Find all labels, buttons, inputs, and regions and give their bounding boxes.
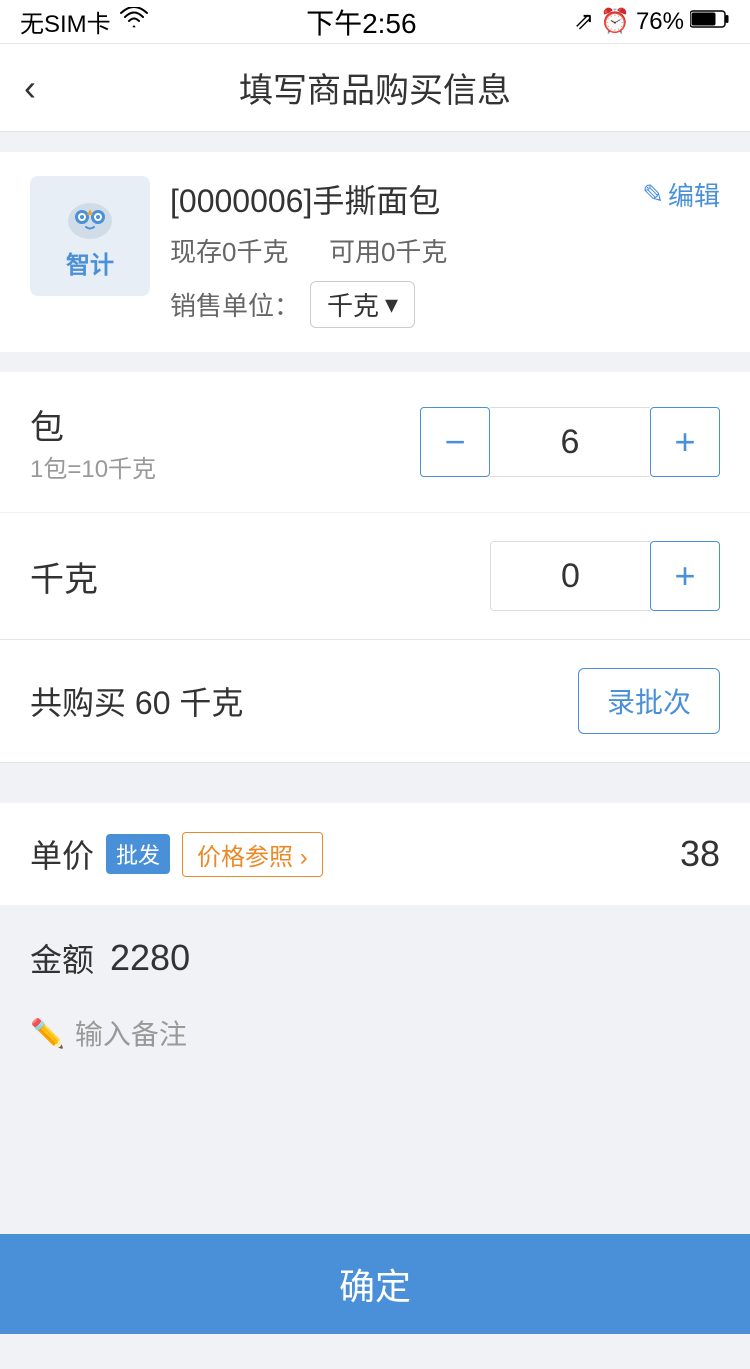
- summary-row: 共购买 60 千克 录批次: [0, 639, 750, 763]
- kg-qty-control: +: [490, 541, 720, 611]
- battery-icon: [690, 8, 730, 36]
- nav-bar: ‹ 填写商品购买信息: [0, 44, 750, 132]
- package-input-row: 包 1包=10千克 − +: [0, 372, 750, 513]
- remark-row[interactable]: ✏️ 输入备注: [30, 997, 720, 1069]
- package-minus-button[interactable]: −: [420, 407, 490, 477]
- status-bar: 无SIM卡 下午2:56 ⇗ ⏰ 76%: [0, 0, 750, 44]
- kg-plus-button[interactable]: +: [650, 541, 720, 611]
- price-value: 38: [680, 833, 720, 875]
- product-card: 智计 [0000006]手撕面包 现存0千克 可用0千克 销售单位： 千克 ▾ …: [0, 152, 750, 352]
- carrier-text: 无SIM卡: [20, 4, 111, 39]
- kg-label: 千克: [30, 552, 98, 601]
- status-right: ⇗ ⏰ 76%: [574, 7, 730, 36]
- chevron-down-icon: ▾: [385, 289, 398, 320]
- remark-text: 输入备注: [75, 1013, 187, 1053]
- price-row: 单价 批发 价格参照 › 38: [30, 831, 720, 877]
- batch-button[interactable]: 录批次: [578, 668, 720, 734]
- owl-brand: 智计: [66, 245, 114, 280]
- battery-text: 76%: [636, 8, 684, 36]
- wifi-icon: [119, 7, 149, 36]
- product-info: [0000006]手撕面包 现存0千克 可用0千克 销售单位： 千克 ▾: [170, 176, 720, 328]
- confirm-button[interactable]: 确定: [0, 1234, 750, 1334]
- edit-icon: ✎: [642, 179, 664, 210]
- kg-input-row: 千克 +: [0, 513, 750, 639]
- unit-select[interactable]: 千克 ▾: [310, 281, 415, 328]
- package-plus-button[interactable]: +: [650, 407, 720, 477]
- status-time: 下午2:56: [306, 2, 417, 42]
- page-title: 填写商品购买信息: [239, 63, 511, 112]
- price-ref-button[interactable]: 价格参照 ›: [182, 832, 323, 877]
- remark-icon: ✏️: [30, 1017, 65, 1050]
- kg-qty-input[interactable]: [490, 541, 650, 611]
- price-label-group: 单价 批发 价格参照 ›: [30, 831, 323, 877]
- package-qty-control: − +: [420, 407, 720, 477]
- amount-row: 金额 2280: [30, 935, 720, 981]
- back-button[interactable]: ‹: [24, 67, 36, 109]
- product-stock: 现存0千克 可用0千克: [170, 232, 720, 269]
- divider-1: [0, 352, 750, 372]
- input-section: 包 1包=10千克 − + 千克 +: [0, 372, 750, 639]
- status-left: 无SIM卡: [20, 4, 149, 39]
- divider-2: [0, 763, 750, 783]
- amount-section: 金额 2280 ✏️ 输入备注: [0, 905, 750, 1069]
- alarm-icon: ⏰: [600, 7, 630, 36]
- price-section: 单价 批发 价格参照 › 38: [0, 803, 750, 905]
- edit-button[interactable]: ✎ 编辑: [642, 176, 720, 213]
- package-label: 包 1包=10千克: [30, 400, 156, 484]
- package-qty-input[interactable]: [490, 407, 650, 477]
- product-image: 智计: [30, 176, 150, 296]
- product-name: [0000006]手撕面包: [170, 176, 720, 222]
- summary-text: 共购买 60 千克: [30, 678, 243, 724]
- location-icon: ⇗: [574, 7, 594, 36]
- pifa-tag: 批发: [106, 834, 170, 874]
- product-unit-row: 销售单位： 千克 ▾: [170, 281, 720, 328]
